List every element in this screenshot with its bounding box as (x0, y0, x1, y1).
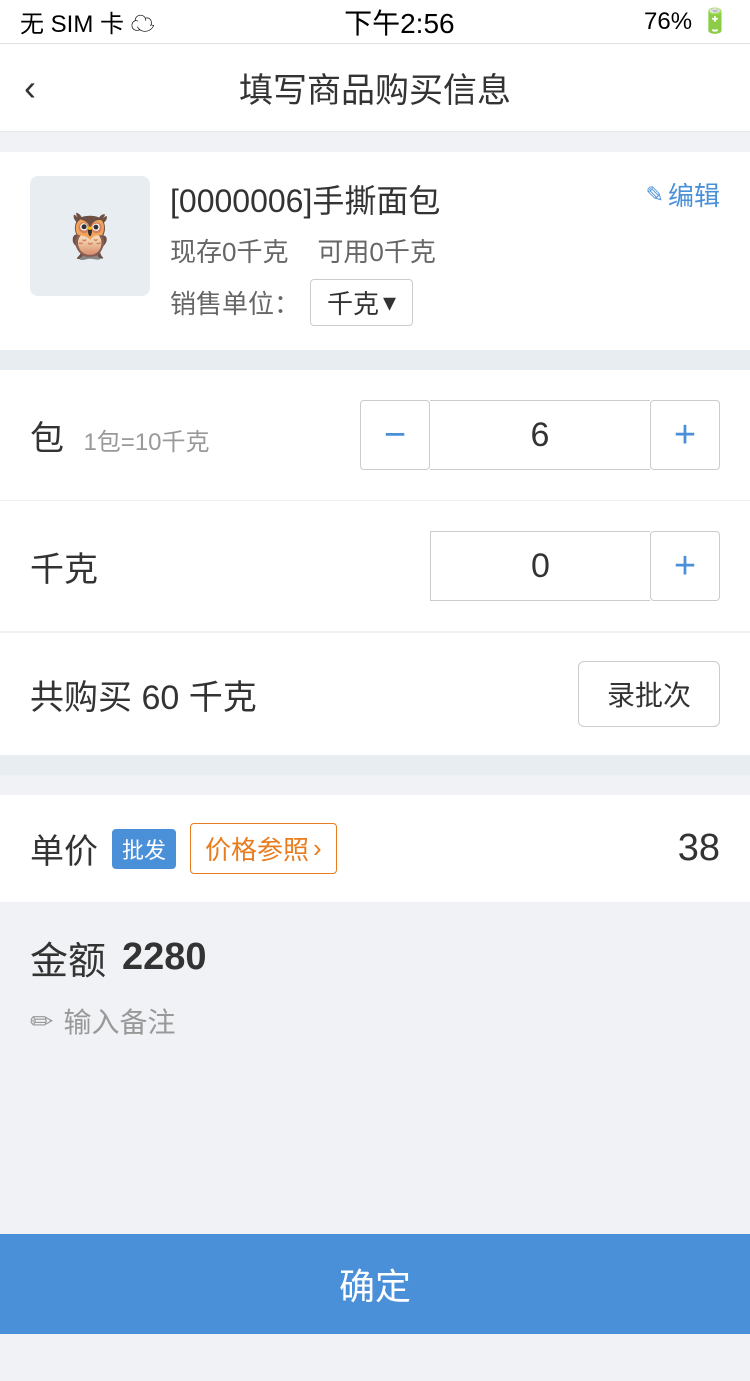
product-info: [0000006]手撕面包 现存0千克 可用0千克 销售单位： 千克 ▾ (170, 176, 626, 326)
total-label: 共购买 60 千克 (30, 670, 257, 719)
qty-row-kg: 千克 + (0, 501, 750, 632)
price-left: 单价 批发 价格参照 › (30, 823, 337, 874)
back-button[interactable]: ‹ (24, 67, 36, 109)
qty-label-kg: 千克 (30, 542, 430, 591)
divider-1 (0, 350, 750, 370)
chevron-right-icon: › (313, 833, 322, 864)
qty-label-bao: 包 1包=10千克 (30, 411, 360, 460)
total-row: 共购买 60 千克 录批次 (0, 632, 750, 755)
amount-row: 金额 2280 (30, 930, 720, 985)
qty-plus-kg[interactable]: + (650, 531, 720, 601)
amount-value: 2280 (122, 936, 207, 979)
edit-icon: ✎ (646, 182, 664, 208)
divider-2 (0, 755, 750, 775)
amount-section: 金额 2280 ✏ 输入备注 (0, 902, 750, 1061)
unit-select[interactable]: 千克 ▾ (310, 279, 413, 326)
product-stock: 现存0千克 可用0千克 (170, 232, 626, 269)
qty-control-bao: − + (360, 400, 720, 470)
nav-bar: ‹ 填写商品购买信息 (0, 44, 750, 132)
price-label: 单价 (30, 824, 98, 873)
product-unit: 销售单位： 千克 ▾ (170, 279, 626, 326)
price-ref-button[interactable]: 价格参照 › (190, 823, 337, 874)
sim-label: 无 SIM 卡 ☁ (20, 4, 155, 39)
price-row: 单价 批发 价格参照 › 38 (30, 823, 720, 874)
status-left: 无 SIM 卡 ☁ (20, 4, 155, 39)
price-type-badge: 批发 (112, 829, 176, 869)
qty-input-bao[interactable] (430, 400, 650, 470)
status-time: 下午2:56 (344, 2, 455, 42)
product-thumbnail: 🦉 (30, 176, 150, 296)
product-card: 🦉 [0000006]手撕面包 现存0千克 可用0千克 销售单位： 千克 ▾ ✎… (0, 152, 750, 350)
battery-label: 76% (644, 8, 692, 36)
page-title: 填写商品购买信息 (239, 63, 511, 112)
confirm-bar[interactable]: 确定 (0, 1234, 750, 1334)
chevron-down-icon: ▾ (383, 287, 396, 318)
qty-minus-bao[interactable]: − (360, 400, 430, 470)
product-name: [0000006]手撕面包 (170, 176, 626, 222)
qty-sublabel-bao: 1包=10千克 (83, 429, 209, 456)
price-value: 38 (678, 827, 720, 870)
product-logo-icon: 🦉 (63, 210, 118, 262)
qty-input-kg[interactable] (430, 531, 650, 601)
note-placeholder: 输入备注 (63, 1001, 175, 1041)
status-right: 76% 🔋 (644, 7, 730, 36)
status-bar: 无 SIM 卡 ☁ 下午2:56 76% 🔋 (0, 0, 750, 44)
record-batch-button[interactable]: 录批次 (578, 661, 720, 727)
pencil-icon: ✏ (30, 1005, 53, 1038)
battery-icon: 🔋 (700, 7, 730, 36)
qty-plus-bao[interactable]: + (650, 400, 720, 470)
note-row[interactable]: ✏ 输入备注 (30, 1001, 720, 1041)
amount-label: 金额 (30, 930, 106, 985)
confirm-button[interactable]: 确定 (339, 1258, 411, 1310)
quantity-section: 包 1包=10千克 − + 千克 + 共购买 60 千克 录批次 (0, 370, 750, 755)
edit-button[interactable]: ✎ 编辑 (646, 176, 720, 213)
qty-row-bao: 包 1包=10千克 − + (0, 370, 750, 501)
qty-control-kg: + (430, 531, 720, 601)
price-section: 单价 批发 价格参照 › 38 (0, 795, 750, 902)
